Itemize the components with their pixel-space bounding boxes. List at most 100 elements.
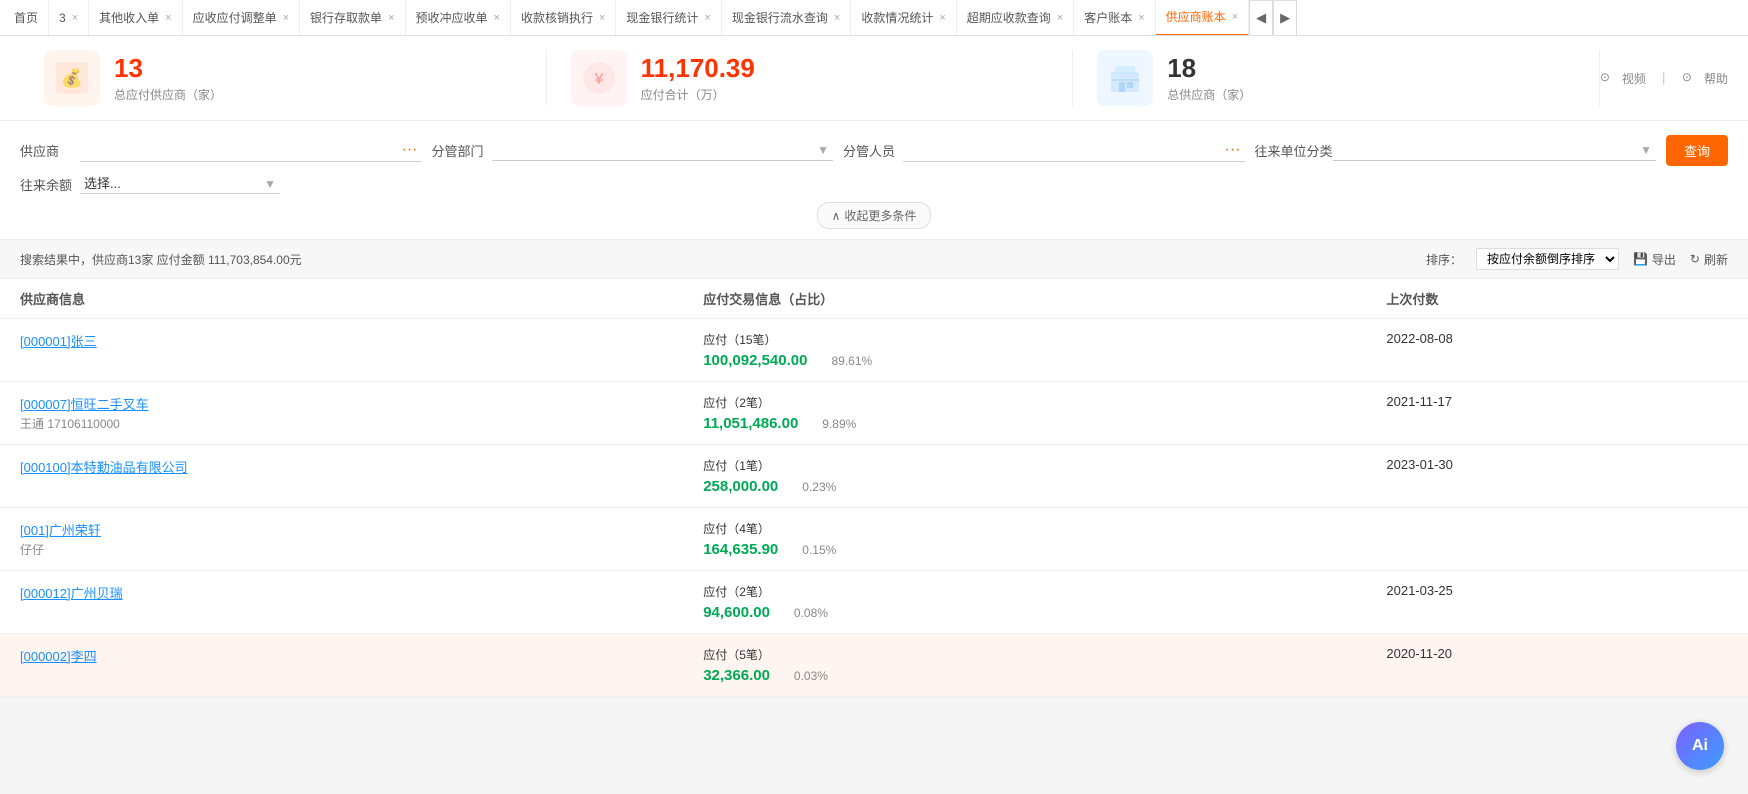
supplier-link[interactable]: [000012]广州贝瑞 (20, 586, 123, 601)
close-icon[interactable]: × (283, 12, 289, 24)
table-row[interactable]: [000001]张三 应付（15笔） 100,092,540.00 89.61%… (0, 319, 1748, 382)
col-supplier-info: 供应商信息 (20, 289, 703, 308)
unit-type-select-wrap[interactable]: ▼ (1333, 141, 1656, 161)
help-link[interactable]: 帮助 (1704, 70, 1728, 87)
close-icon[interactable]: × (704, 12, 710, 24)
nav-tab-home[interactable]: 首页 (4, 0, 49, 36)
total-supplier-label: 总供应商（家） (1167, 86, 1251, 103)
person-input-wrap: ··· (903, 139, 1245, 162)
person-input[interactable] (907, 143, 1225, 158)
close-icon[interactable]: × (72, 12, 78, 24)
payable-count: 应付（15笔） (703, 331, 1386, 348)
chevron-down-icon: ▼ (817, 143, 829, 157)
last-pay: 2020-11-20 (1386, 646, 1728, 661)
nav-tab-bank[interactable]: 银行存取款单 × (300, 0, 405, 36)
top-nav: 首页 3 × 其他收入单 × 应收应付调整单 × 银行存取款单 × 预收冲应收单… (0, 0, 1748, 36)
payable-info-cell: 应付（2笔） 94,600.00 0.08% (703, 583, 1386, 621)
close-icon[interactable]: × (1232, 11, 1238, 23)
search-row-2: 往来余额 选择... ▼ (20, 174, 1728, 194)
table-row[interactable]: [000002]李四 应付（5笔） 32,366.00 0.03% 2020-1… (0, 634, 1748, 697)
nav-tab-3[interactable]: 3 × (49, 0, 89, 36)
payable-pct: 0.15% (802, 543, 836, 557)
svg-text:💰: 💰 (61, 67, 83, 89)
summary-item-payable-total: ¥ 11,170.39 应付合计（万） (547, 50, 1074, 106)
payable-count: 应付（2笔） (703, 583, 1386, 600)
nav-tab-other-income[interactable]: 其他收入单 × (89, 0, 182, 36)
supplier-dots-icon[interactable]: ··· (402, 141, 418, 159)
payable-amount: 32,366.00 (703, 667, 770, 684)
payable-supplier-label: 总应付供应商（家） (114, 86, 222, 103)
nav-tab-supplier-ledger[interactable]: 供应商账本 × (1156, 0, 1249, 36)
supplier-name: [000012]广州贝瑞 (20, 583, 703, 602)
supplier-info-cell: [000002]李四 (20, 646, 703, 665)
supplier-link[interactable]: [000100]本特勤油品有限公司 (20, 460, 188, 475)
dept-select[interactable] (496, 143, 818, 158)
nav-tab-prepay[interactable]: 预收冲应收单 × (406, 0, 511, 36)
supplier-link[interactable]: [001]广州荣轩 (20, 523, 101, 538)
table-row[interactable]: [000100]本特勤油品有限公司 应付（1笔） 258,000.00 0.23… (0, 445, 1748, 508)
export-button[interactable]: 💾 导出 (1633, 251, 1676, 268)
payable-amount: 100,092,540.00 (703, 352, 807, 369)
table-row[interactable]: [001]广州荣轩 仔仔 应付（4笔） 164,635.90 0.15% (0, 508, 1748, 571)
sort-select[interactable]: 按应付余额倒序排序 (1476, 248, 1619, 270)
result-summary: 搜索结果中，供应商13家 应付金额 111,703,854.00元 (20, 251, 302, 268)
payable-pct: 89.61% (831, 354, 872, 368)
close-icon[interactable]: × (388, 12, 394, 24)
table-row[interactable]: [000007]恒旺二手叉车 王通 17106110000 应付（2笔） 11,… (0, 382, 1748, 445)
nav-tab-overdue[interactable]: 超期应收款查询 × (957, 0, 1074, 36)
ai-label: Ai (1692, 737, 1708, 755)
nav-tab-adjust[interactable]: 应收应付调整单 × (183, 0, 300, 36)
payable-pct: 0.03% (794, 669, 828, 683)
supplier-link[interactable]: [000007]恒旺二手叉车 (20, 397, 149, 412)
supplier-link[interactable]: [000001]张三 (20, 334, 97, 349)
close-icon[interactable]: × (939, 12, 945, 24)
nav-tab-customer-ledger[interactable]: 客户账本 × (1074, 0, 1155, 36)
nav-tab-supplier-ledger-label: 供应商账本 (1166, 8, 1226, 25)
close-icon[interactable]: × (834, 12, 840, 24)
close-icon[interactable]: × (494, 12, 500, 24)
nav-tab-home-label: 首页 (14, 9, 38, 26)
close-icon[interactable]: × (1138, 12, 1144, 24)
nav-tab-receipt-stat[interactable]: 收款情况统计 × (851, 0, 956, 36)
chevron-down-icon-2: ▼ (1640, 143, 1652, 157)
balance-label: 往来余额 (20, 175, 80, 194)
payable-count: 应付（1笔） (703, 457, 1386, 474)
unit-type-select[interactable] (1337, 143, 1641, 158)
nav-next-arrow[interactable]: ▶ (1273, 0, 1297, 36)
supplier-info-cell: [000007]恒旺二手叉车 王通 17106110000 (20, 394, 703, 432)
ai-assistant-button[interactable]: Ai (1676, 722, 1724, 770)
payable-pct: 0.23% (802, 480, 836, 494)
close-icon[interactable]: × (1057, 12, 1063, 24)
divider: ｜ (1658, 70, 1670, 87)
summary-item-payable-suppliers: 💰 13 总应付供应商（家） (20, 50, 547, 106)
balance-select[interactable]: 选择... (84, 176, 264, 191)
supplier-link[interactable]: [000002]李四 (20, 649, 97, 664)
video-link[interactable]: 视频 (1622, 70, 1646, 87)
nav-tab-cash-flow[interactable]: 现金银行流水查询 × (722, 0, 851, 36)
svg-text:¥: ¥ (593, 71, 603, 88)
query-button[interactable]: 查询 (1666, 135, 1728, 166)
dept-select-wrap[interactable]: ▼ (492, 141, 834, 161)
nav-tab-cash-bank[interactable]: 现金银行统计 × (616, 0, 721, 36)
nav-prev-arrow[interactable]: ◀ (1249, 0, 1273, 36)
nav-tab-other-income-label: 其他收入单 (99, 9, 159, 26)
supplier-label: 供应商 (20, 141, 80, 160)
summary-help: ⊙ 视频 ｜ ⊙ 帮助 (1600, 70, 1728, 87)
nav-tab-receipts[interactable]: 收款核销执行 × (511, 0, 616, 36)
payable-pct: 9.89% (822, 417, 856, 431)
close-icon[interactable]: × (165, 12, 171, 24)
payable-info-cell: 应付（15笔） 100,092,540.00 89.61% (703, 331, 1386, 369)
table-row[interactable]: [000012]广州贝瑞 应付（2笔） 94,600.00 0.08% 2021… (0, 571, 1748, 634)
payable-info-cell: 应付（2笔） 11,051,486.00 9.89% (703, 394, 1386, 432)
refresh-button[interactable]: ↻ 刷新 (1690, 251, 1728, 268)
close-icon[interactable]: × (599, 12, 605, 24)
person-dots-icon[interactable]: ··· (1225, 141, 1241, 159)
supplier-input[interactable] (84, 143, 402, 158)
payable-amount: 258,000.00 (703, 478, 778, 495)
balance-select-wrap[interactable]: 选择... ▼ (80, 174, 280, 194)
collapse-button[interactable]: ∧ 收起更多条件 (817, 202, 932, 229)
nav-tab-receipts-label: 收款核销执行 (521, 9, 593, 26)
payable-count: 应付（5笔） (703, 646, 1386, 663)
payable-info-cell: 应付（5笔） 32,366.00 0.03% (703, 646, 1386, 684)
result-bar: 搜索结果中，供应商13家 应付金额 111,703,854.00元 排序： 按应… (0, 240, 1748, 279)
